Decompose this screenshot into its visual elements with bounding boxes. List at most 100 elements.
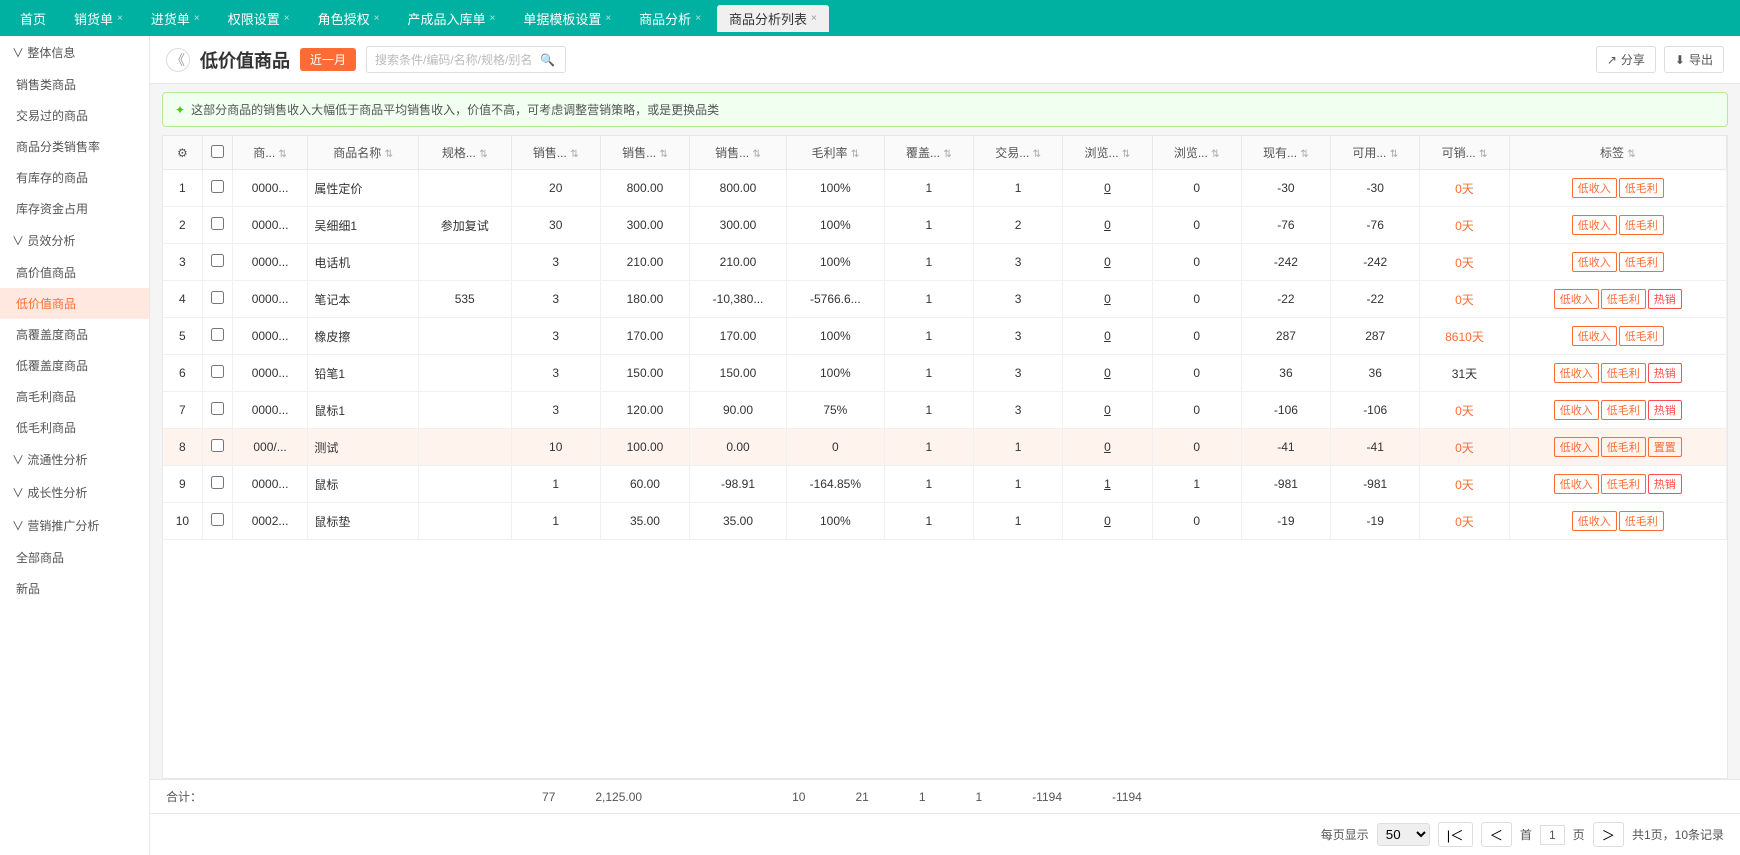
- close-icon[interactable]: ×: [117, 13, 123, 24]
- product-views1[interactable]: 1: [1063, 466, 1152, 503]
- nav-sales-order[interactable]: 销货单 ×: [62, 5, 135, 32]
- row-checkbox[interactable]: [211, 254, 224, 267]
- nav-home[interactable]: 首页: [8, 5, 58, 32]
- product-views1[interactable]: 0: [1063, 170, 1152, 207]
- sidebar-item-new-products[interactable]: 新品: [0, 573, 149, 604]
- sidebar-section-efficiency[interactable]: ∨ 员效分析: [0, 224, 149, 257]
- col-code[interactable]: 商... ⇅: [232, 136, 308, 170]
- row-checkbox-cell[interactable]: [202, 503, 232, 540]
- col-views2[interactable]: 浏览... ⇅: [1152, 136, 1241, 170]
- views-link[interactable]: 0: [1104, 255, 1111, 269]
- next-page-button[interactable]: ＞: [1593, 822, 1624, 847]
- row-checkbox[interactable]: [211, 402, 224, 415]
- sidebar-section-overall[interactable]: ∨ 整体信息: [0, 36, 149, 69]
- export-button[interactable]: ⬇ 导出: [1664, 46, 1724, 73]
- filter-recent-month-button[interactable]: 近一月: [300, 48, 356, 71]
- share-button[interactable]: ↗ 分享: [1596, 46, 1656, 73]
- prev-page-button[interactable]: ＜: [1481, 822, 1512, 847]
- sidebar-item-high-margin[interactable]: 高毛利商品: [0, 381, 149, 412]
- product-views1[interactable]: 0: [1063, 503, 1152, 540]
- row-checkbox-cell[interactable]: [202, 281, 232, 318]
- product-name[interactable]: 电话机: [308, 244, 419, 281]
- views-link[interactable]: 0: [1104, 440, 1111, 454]
- settings-header[interactable]: ⚙: [163, 136, 202, 170]
- row-checkbox-cell[interactable]: [202, 392, 232, 429]
- search-icon[interactable]: 🔍: [540, 53, 555, 67]
- col-transaction[interactable]: 交易... ⇅: [974, 136, 1063, 170]
- views-link[interactable]: 0: [1104, 514, 1111, 528]
- sidebar-item-category-sales-rate[interactable]: 商品分类销售率: [0, 131, 149, 162]
- row-checkbox[interactable]: [211, 180, 224, 193]
- product-name[interactable]: 吴细细1: [308, 207, 419, 244]
- row-checkbox-cell[interactable]: [202, 318, 232, 355]
- sidebar-item-low-value[interactable]: 低价值商品: [0, 288, 149, 319]
- row-checkbox-cell[interactable]: [202, 355, 232, 392]
- row-checkbox[interactable]: [211, 439, 224, 452]
- close-icon[interactable]: ×: [374, 13, 380, 24]
- nav-product-analysis[interactable]: 商品分析 ×: [627, 5, 713, 32]
- product-name[interactable]: 铅笔1: [308, 355, 419, 392]
- product-name[interactable]: 鼠标1: [308, 392, 419, 429]
- product-views1[interactable]: 0: [1063, 429, 1152, 466]
- row-checkbox-cell[interactable]: [202, 429, 232, 466]
- product-views1[interactable]: 0: [1063, 355, 1152, 392]
- product-views1[interactable]: 0: [1063, 207, 1152, 244]
- sidebar-item-high-value[interactable]: 高价值商品: [0, 257, 149, 288]
- row-checkbox[interactable]: [211, 365, 224, 378]
- product-name[interactable]: 属性定价: [308, 170, 419, 207]
- product-name[interactable]: 鼠标垫: [308, 503, 419, 540]
- row-checkbox[interactable]: [211, 291, 224, 304]
- col-sellable[interactable]: 可销... ⇅: [1420, 136, 1509, 170]
- col-available[interactable]: 可用... ⇅: [1331, 136, 1420, 170]
- row-checkbox-cell[interactable]: [202, 244, 232, 281]
- nav-permissions[interactable]: 权限设置 ×: [216, 5, 302, 32]
- col-name[interactable]: 商品名称 ⇅: [308, 136, 419, 170]
- views-link[interactable]: 0: [1104, 329, 1111, 343]
- close-icon[interactable]: ×: [605, 13, 611, 24]
- views-link[interactable]: 0: [1104, 403, 1111, 417]
- col-sales-qty[interactable]: 销售... ⇅: [511, 136, 600, 170]
- sidebar-item-stock-capital[interactable]: 库存资金占用: [0, 193, 149, 224]
- col-coverage[interactable]: 覆盖... ⇅: [884, 136, 973, 170]
- col-views1[interactable]: 浏览... ⇅: [1063, 136, 1152, 170]
- close-icon[interactable]: ×: [194, 13, 200, 24]
- views-link[interactable]: 0: [1104, 292, 1111, 306]
- close-icon[interactable]: ×: [489, 13, 495, 24]
- row-checkbox[interactable]: [211, 513, 224, 526]
- product-views1[interactable]: 0: [1063, 392, 1152, 429]
- product-name[interactable]: 鼠标: [308, 466, 419, 503]
- collapse-sidebar-button[interactable]: 《: [166, 48, 190, 72]
- col-gross-margin[interactable]: 毛利率 ⇅: [786, 136, 884, 170]
- first-page-button[interactable]: |＜: [1438, 822, 1473, 847]
- close-icon[interactable]: ×: [284, 13, 290, 24]
- product-name[interactable]: 橡皮擦: [308, 318, 419, 355]
- select-all-checkbox[interactable]: [211, 145, 224, 158]
- sidebar-item-low-margin[interactable]: 低毛利商品: [0, 412, 149, 443]
- nav-purchase-order[interactable]: 进货单 ×: [139, 5, 212, 32]
- nav-role-auth[interactable]: 角色授权 ×: [306, 5, 392, 32]
- product-name[interactable]: 测试: [308, 429, 419, 466]
- col-sales-amount[interactable]: 销售... ⇅: [690, 136, 787, 170]
- checkbox-header[interactable]: [202, 136, 232, 170]
- views-link[interactable]: 1: [1104, 477, 1111, 491]
- nav-product-entry[interactable]: 产成品入库单 ×: [395, 5, 507, 32]
- per-page-select[interactable]: 50 100 200: [1377, 823, 1430, 846]
- sidebar-section-marketing[interactable]: ∨ 营销推广分析: [0, 509, 149, 542]
- nav-product-analysis-list[interactable]: 商品分析列表 ×: [717, 5, 829, 32]
- search-box[interactable]: 搜索条件/编码/名称/规格/别名 🔍: [366, 46, 566, 73]
- views-link[interactable]: 0: [1104, 181, 1111, 195]
- close-icon[interactable]: ×: [695, 13, 701, 24]
- close-icon[interactable]: ×: [811, 13, 817, 24]
- product-views1[interactable]: 0: [1063, 281, 1152, 318]
- col-current-stock[interactable]: 现有... ⇅: [1241, 136, 1330, 170]
- col-tags[interactable]: 标签 ⇅: [1509, 136, 1726, 170]
- row-checkbox-cell[interactable]: [202, 466, 232, 503]
- row-checkbox[interactable]: [211, 328, 224, 341]
- row-checkbox[interactable]: [211, 476, 224, 489]
- sidebar-item-traded-products[interactable]: 交易过的商品: [0, 100, 149, 131]
- sidebar-section-growth[interactable]: ∨ 成长性分析: [0, 476, 149, 509]
- sidebar-item-high-coverage[interactable]: 高覆盖度商品: [0, 319, 149, 350]
- nav-template[interactable]: 单据模板设置 ×: [511, 5, 623, 32]
- product-views1[interactable]: 0: [1063, 244, 1152, 281]
- col-spec[interactable]: 规格... ⇅: [418, 136, 511, 170]
